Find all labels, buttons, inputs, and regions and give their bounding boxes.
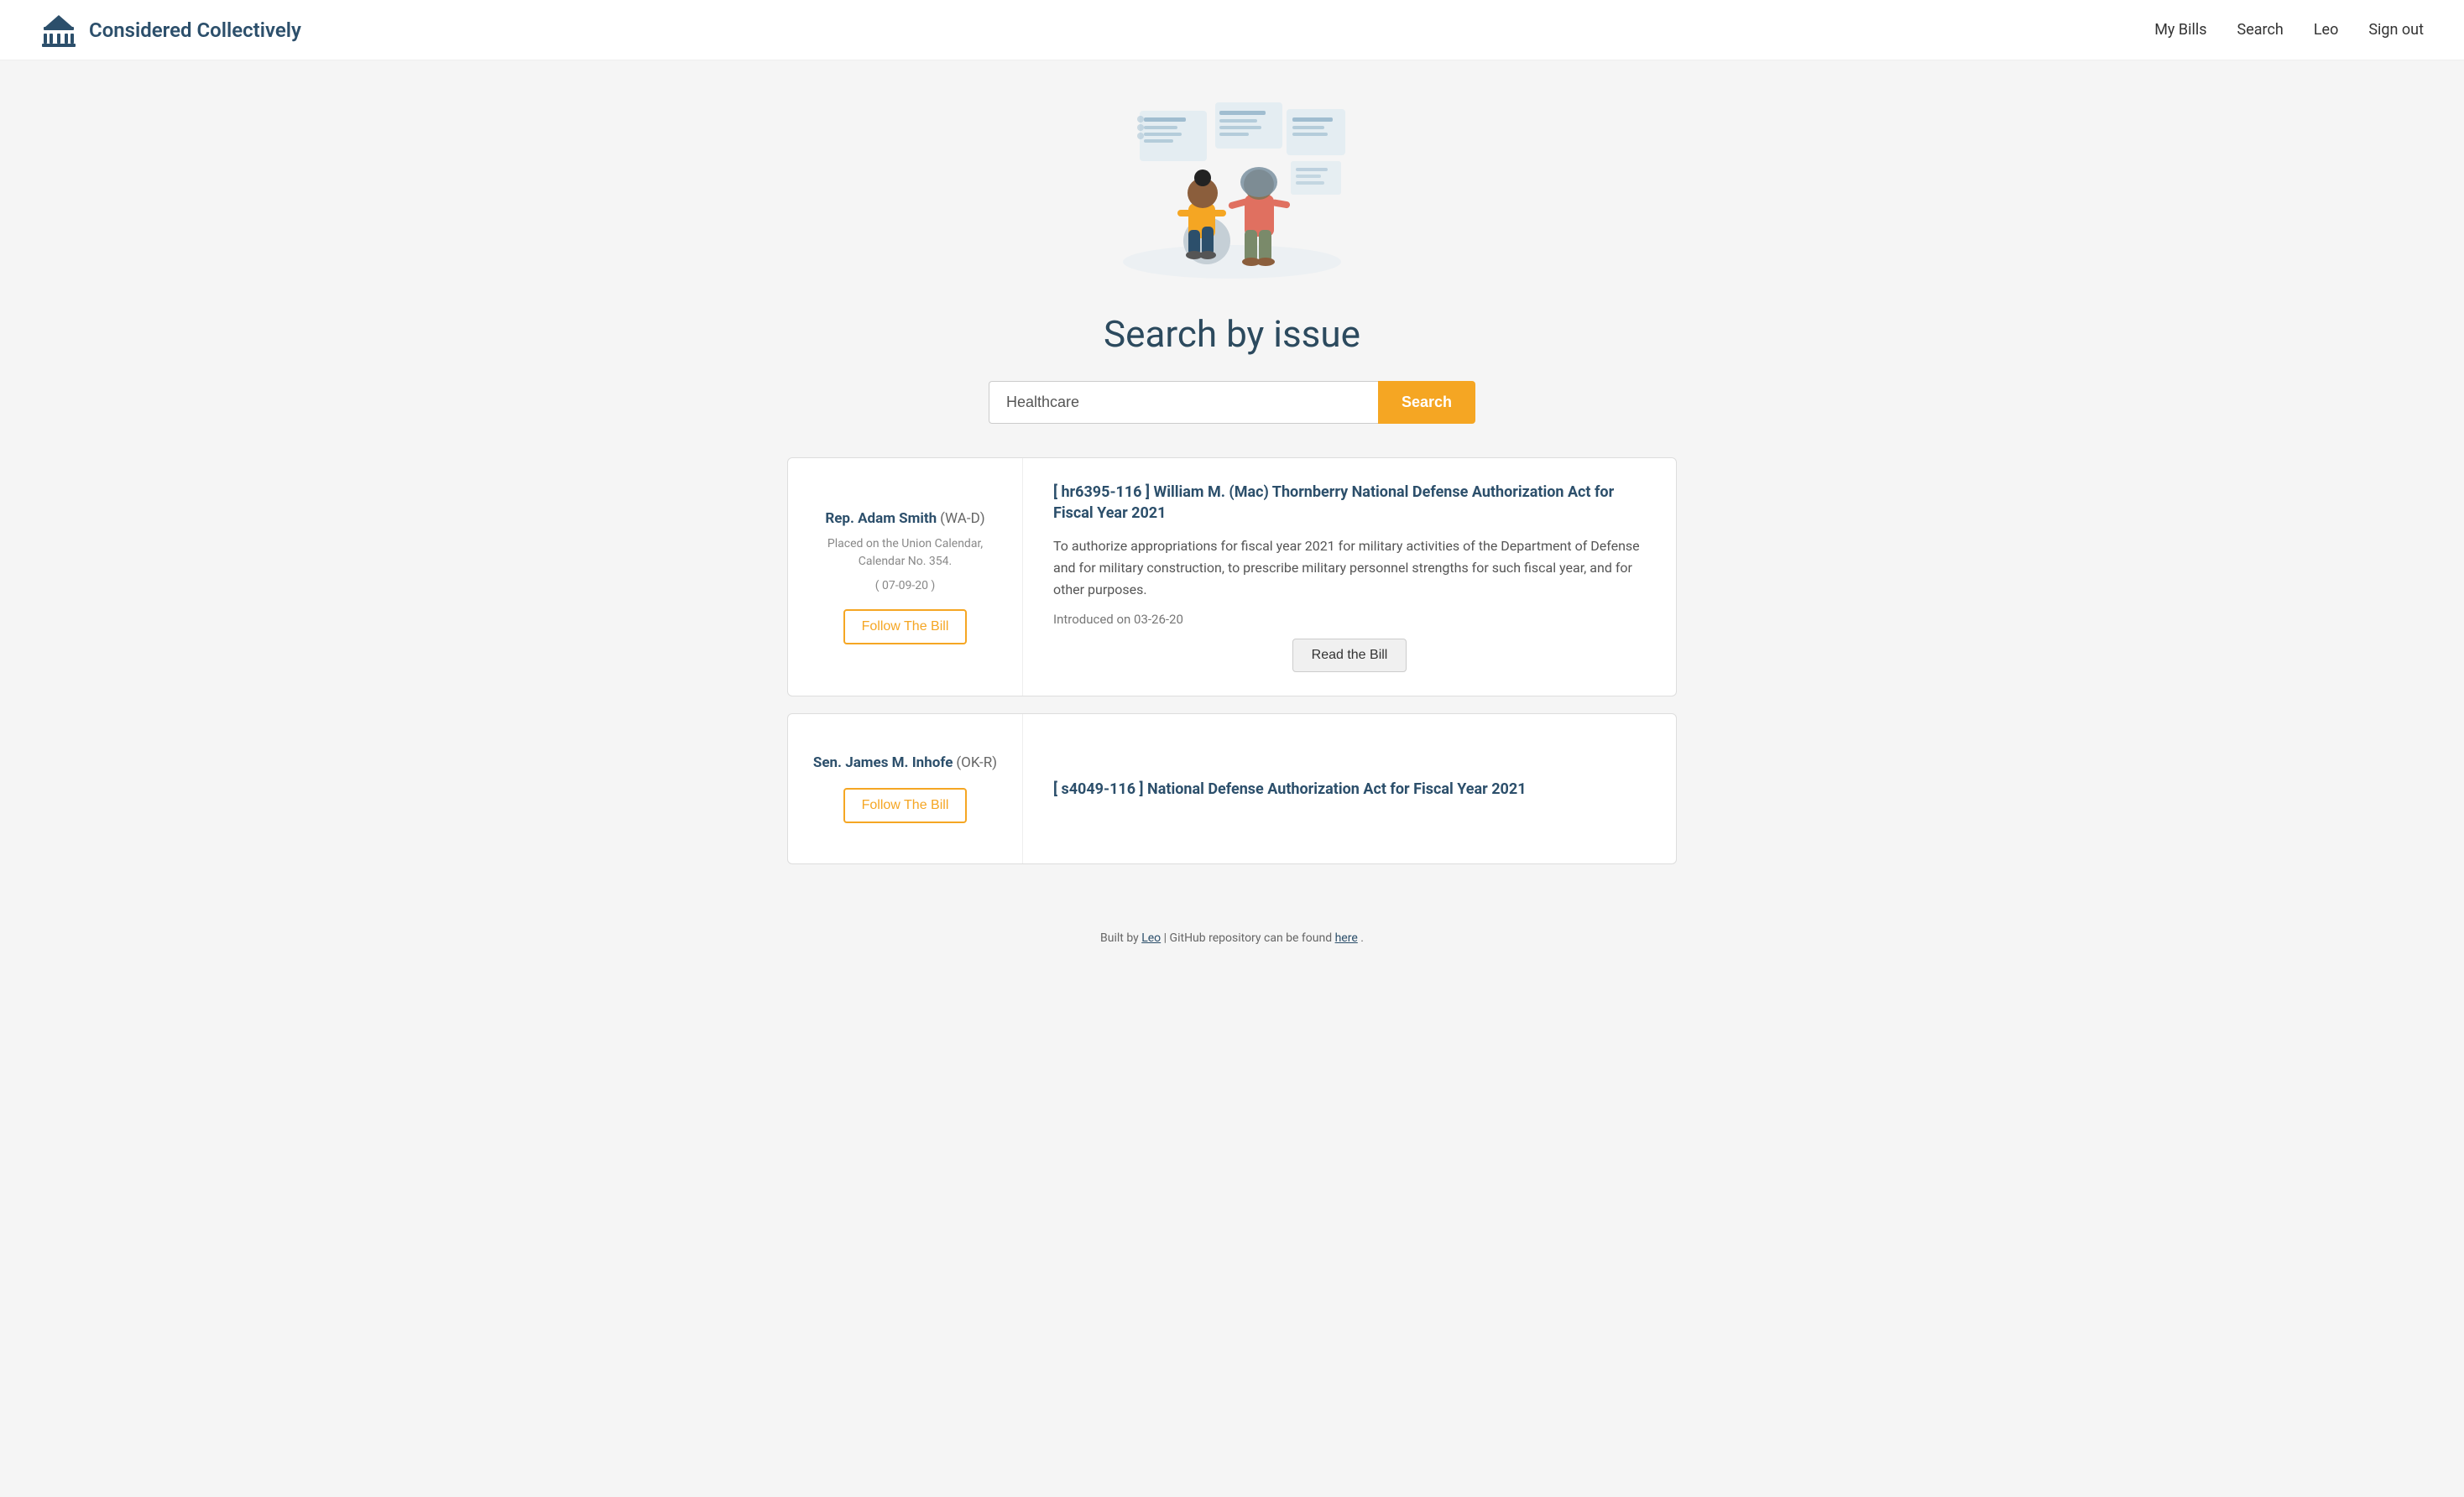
header: Considered Collectively My Bills Search … [0, 0, 2464, 60]
hero-section [0, 60, 2464, 295]
hero-illustration [1089, 94, 1375, 279]
logo-link[interactable]: Considered Collectively [40, 12, 301, 49]
nav-my-bills[interactable]: My Bills [2154, 21, 2206, 39]
search-section: Search by issue Search [0, 295, 2464, 457]
search-title: Search by issue [1104, 312, 1360, 356]
search-button[interactable]: Search [1378, 381, 1475, 424]
footer-github-link[interactable]: here [1335, 931, 1358, 945]
rep-name-1: Rep. Adam Smith (WA-D) [825, 510, 984, 527]
rep-status-1: Placed on the Union Calendar, Calendar N… [808, 535, 1002, 571]
logo-icon [40, 12, 77, 49]
rep-date-1: ( 07-09-20 ) [875, 579, 936, 592]
main-nav: My Bills Search Leo Sign out [2154, 21, 2424, 39]
rep-name-2: Sen. James M. Inhofe (OK-R) [813, 754, 997, 771]
footer-text-pre: Built by [1100, 931, 1141, 945]
results-list: Rep. Adam Smith (WA-D) Placed on the Uni… [770, 457, 1694, 915]
footer-text-mid: | GitHub repository can be found [1164, 931, 1335, 945]
bill-1-right-panel: [ hr6395-116 ] William M. (Mac) Thornber… [1023, 458, 1676, 696]
nav-sign-out[interactable]: Sign out [2368, 21, 2424, 39]
table-row: Sen. James M. Inhofe (OK-R) Follow The B… [787, 713, 1677, 864]
logo-text: Considered Collectively [89, 18, 301, 42]
bill-1-introduced: Introduced on 03-26-20 [1053, 612, 1646, 627]
search-bar: Search [989, 381, 1475, 424]
nav-search[interactable]: Search [2237, 21, 2284, 39]
follow-bill-1-button[interactable]: Follow The Bill [843, 609, 968, 644]
footer: Built by Leo | GitHub repository can be … [0, 915, 2464, 962]
search-input[interactable] [989, 381, 1378, 424]
footer-text-end: . [1360, 931, 1364, 945]
follow-bill-2-button[interactable]: Follow The Bill [843, 788, 968, 823]
table-row: Rep. Adam Smith (WA-D) Placed on the Uni… [787, 457, 1677, 696]
nav-leo[interactable]: Leo [2314, 21, 2339, 39]
bill-2-title: [ s4049-116 ] National Defense Authoriza… [1053, 779, 1646, 800]
footer-author-link[interactable]: Leo [1141, 931, 1161, 945]
bill-1-description: To authorize appropriations for fiscal y… [1053, 535, 1646, 600]
bill-1-left-panel: Rep. Adam Smith (WA-D) Placed on the Uni… [788, 458, 1023, 696]
bill-1-title: [ hr6395-116 ] William M. (Mac) Thornber… [1053, 482, 1646, 524]
bill-2-left-panel: Sen. James M. Inhofe (OK-R) Follow The B… [788, 714, 1023, 863]
bill-2-right-panel: [ s4049-116 ] National Defense Authoriza… [1023, 714, 1676, 863]
read-bill-1-button[interactable]: Read the Bill [1292, 639, 1407, 672]
